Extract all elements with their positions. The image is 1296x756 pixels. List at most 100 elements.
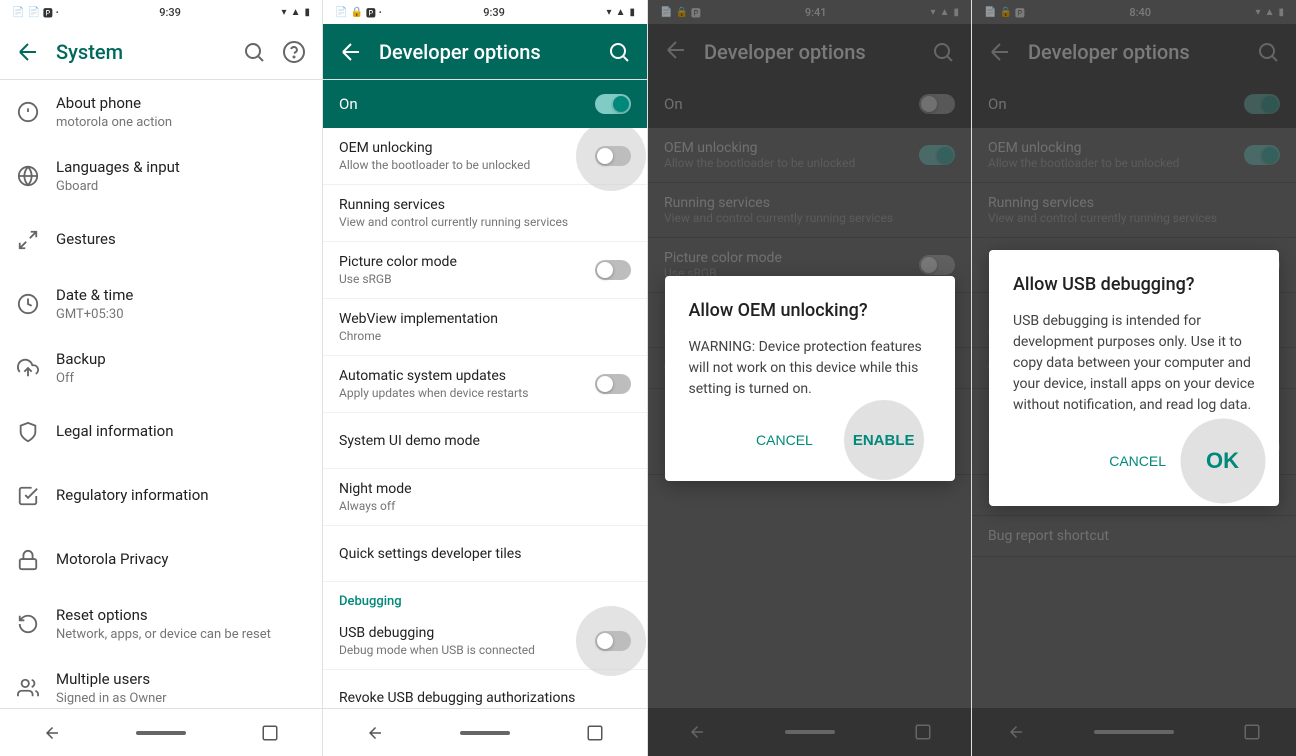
p2-notif3: 🅿	[366, 5, 376, 20]
legal-info-title: Legal information	[56, 422, 306, 442]
p2-wifi: ▾	[607, 7, 612, 18]
about-phone-title: About phone	[56, 94, 306, 114]
dev-item-usb-debugging[interactable]: USB debugging Debug mode when USB is con…	[323, 613, 647, 670]
running-services-subtitle: View and control currently running servi…	[339, 215, 631, 229]
battery-icon: ▮	[304, 7, 310, 18]
usb-cancel-button[interactable]: Cancel	[1093, 440, 1182, 482]
users-icon	[16, 676, 40, 700]
nav-recents-panel2[interactable]	[575, 713, 615, 753]
backup-subtitle: Off	[56, 371, 306, 386]
setting-reset-options[interactable]: Reset options Network, apps, or device c…	[0, 592, 322, 656]
help-button-system[interactable]	[282, 40, 306, 64]
oem-title: OEM unlocking	[339, 140, 579, 156]
p2-notif1: 📄	[335, 7, 347, 18]
dev-on-toggle[interactable]	[595, 94, 631, 114]
setting-about-phone[interactable]: About phone motorola one action	[0, 80, 322, 144]
picture-color-subtitle: Use sRGB	[339, 272, 579, 286]
languages-text: Languages & input Gboard	[56, 158, 306, 195]
oem-cancel-button[interactable]: Cancel	[740, 424, 829, 457]
status-time-panel2: 9:39	[483, 6, 505, 19]
dev-item-revoke-usb[interactable]: Revoke USB debugging authorizations	[323, 670, 647, 708]
languages-icon	[16, 164, 40, 188]
backup-title: Backup	[56, 350, 306, 370]
setting-motorola-privacy[interactable]: Motorola Privacy	[0, 528, 322, 592]
picture-color-title: Picture color mode	[339, 254, 579, 270]
nav-back-panel2[interactable]	[355, 713, 395, 753]
devopt-title: Developer options	[379, 40, 591, 64]
oem-dialog-title: Allow OEM unlocking?	[689, 300, 931, 321]
gestures-text: Gestures	[56, 230, 306, 250]
gestures-icon	[16, 228, 40, 252]
dev-item-running-services[interactable]: Running services View and control curren…	[323, 185, 647, 242]
dev-on-label: On	[339, 95, 595, 113]
back-button-system[interactable]	[16, 40, 40, 64]
setting-languages[interactable]: Languages & input Gboard	[0, 144, 322, 208]
setting-backup[interactable]: Backup Off	[0, 336, 322, 400]
auto-updates-title: Automatic system updates	[339, 368, 579, 384]
search-button-devopt[interactable]	[607, 40, 631, 64]
status-left-icons: 📄 📄 🅿 •	[12, 5, 59, 20]
nav-recents-panel1[interactable]	[250, 713, 290, 753]
status-right-icons: ▾ ▲ ▮	[282, 7, 310, 18]
oem-toggle[interactable]	[595, 146, 631, 166]
setting-regulatory[interactable]: Regulatory information	[0, 464, 322, 528]
gestures-title: Gestures	[56, 230, 306, 250]
usb-dialog-body: USB debugging is intended for developmen…	[1013, 311, 1255, 416]
legal-icon	[16, 420, 40, 444]
oem-toggle-container	[595, 146, 631, 166]
motorola-privacy-text: Motorola Privacy	[56, 550, 306, 570]
dev-item-auto-updates[interactable]: Automatic system updates Apply updates w…	[323, 356, 647, 413]
regulatory-icon	[16, 484, 40, 508]
oem-dialog: Allow OEM unlocking? WARNING: Device pro…	[665, 276, 955, 481]
dev-on-toggle-thumb	[613, 96, 629, 112]
setting-legal-info[interactable]: Legal information	[0, 400, 322, 464]
night-mode-subtitle: Always off	[339, 499, 631, 513]
reset-title: Reset options	[56, 606, 306, 626]
nav-home-pill-panel1[interactable]	[136, 731, 186, 735]
dev-item-system-ui-demo[interactable]: System UI demo mode	[323, 413, 647, 469]
nav-bar-panel2	[323, 708, 647, 756]
reset-subtitle: Network, apps, or device can be reset	[56, 627, 306, 642]
notification-dot: •	[56, 8, 59, 17]
auto-updates-toggle[interactable]	[595, 374, 631, 394]
app-bar-devopt: Developer options	[323, 24, 647, 80]
usb-dialog: Allow USB debugging? USB debugging is in…	[989, 250, 1279, 506]
oem-dialog-backdrop: Allow OEM unlocking? WARNING: Device pro…	[648, 0, 971, 756]
oem-dialog-body: WARNING: Device protection features will…	[689, 337, 931, 400]
dev-item-oem-unlocking[interactable]: OEM unlocking Allow the bootloader to be…	[323, 128, 647, 185]
picture-color-toggle[interactable]	[595, 260, 631, 280]
nav-back-panel1[interactable]	[32, 713, 72, 753]
dev-settings-list: OEM unlocking Allow the bootloader to be…	[323, 128, 647, 708]
oem-toggle-thumb	[597, 148, 613, 164]
usb-dialog-backdrop: Allow USB debugging? USB debugging is in…	[972, 0, 1296, 756]
panel-oem-dialog: 📄 🔒 🅿 9:41 ▾ ▲ ▮ Developer options	[648, 0, 972, 756]
regulatory-text: Regulatory information	[56, 486, 306, 506]
wifi-icon: ▾	[282, 7, 287, 18]
notification-icon2: 📄	[27, 7, 39, 18]
backup-icon	[16, 356, 40, 380]
dev-item-quick-settings-tiles[interactable]: Quick settings developer tiles	[323, 526, 647, 582]
setting-gestures[interactable]: Gestures	[0, 208, 322, 272]
notification-icon3: 🅿	[43, 5, 53, 20]
usb-toggle[interactable]	[595, 631, 631, 651]
dev-item-picture-color[interactable]: Picture color mode Use sRGB	[323, 242, 647, 299]
oem-enable-button[interactable]: Enable	[837, 424, 931, 457]
running-services-title: Running services	[339, 197, 631, 213]
nav-bar-panel1	[0, 708, 322, 756]
auto-updates-subtitle: Apply updates when device restarts	[339, 386, 579, 400]
setting-multiple-users[interactable]: Multiple users Signed in as Owner	[0, 656, 322, 708]
webview-title: WebView implementation	[339, 311, 631, 327]
usb-ok-button[interactable]: OK	[1190, 440, 1255, 482]
dev-item-webview[interactable]: WebView implementation Chrome	[323, 299, 647, 356]
p2-battery: ▮	[629, 7, 635, 18]
nav-home-pill-panel2[interactable]	[460, 731, 510, 735]
search-button-system[interactable]	[242, 40, 266, 64]
languages-subtitle: Gboard	[56, 179, 306, 194]
dev-item-night-mode[interactable]: Night mode Always off	[323, 469, 647, 526]
setting-date-time[interactable]: Date & time GMT+05:30	[0, 272, 322, 336]
regulatory-title: Regulatory information	[56, 486, 306, 506]
back-button-devopt[interactable]	[339, 40, 363, 64]
date-time-subtitle: GMT+05:30	[56, 307, 306, 322]
panel-system-settings: 📄 📄 🅿 • 9:39 ▾ ▲ ▮ System	[0, 0, 323, 756]
usb-dialog-title: Allow USB debugging?	[1013, 274, 1255, 295]
